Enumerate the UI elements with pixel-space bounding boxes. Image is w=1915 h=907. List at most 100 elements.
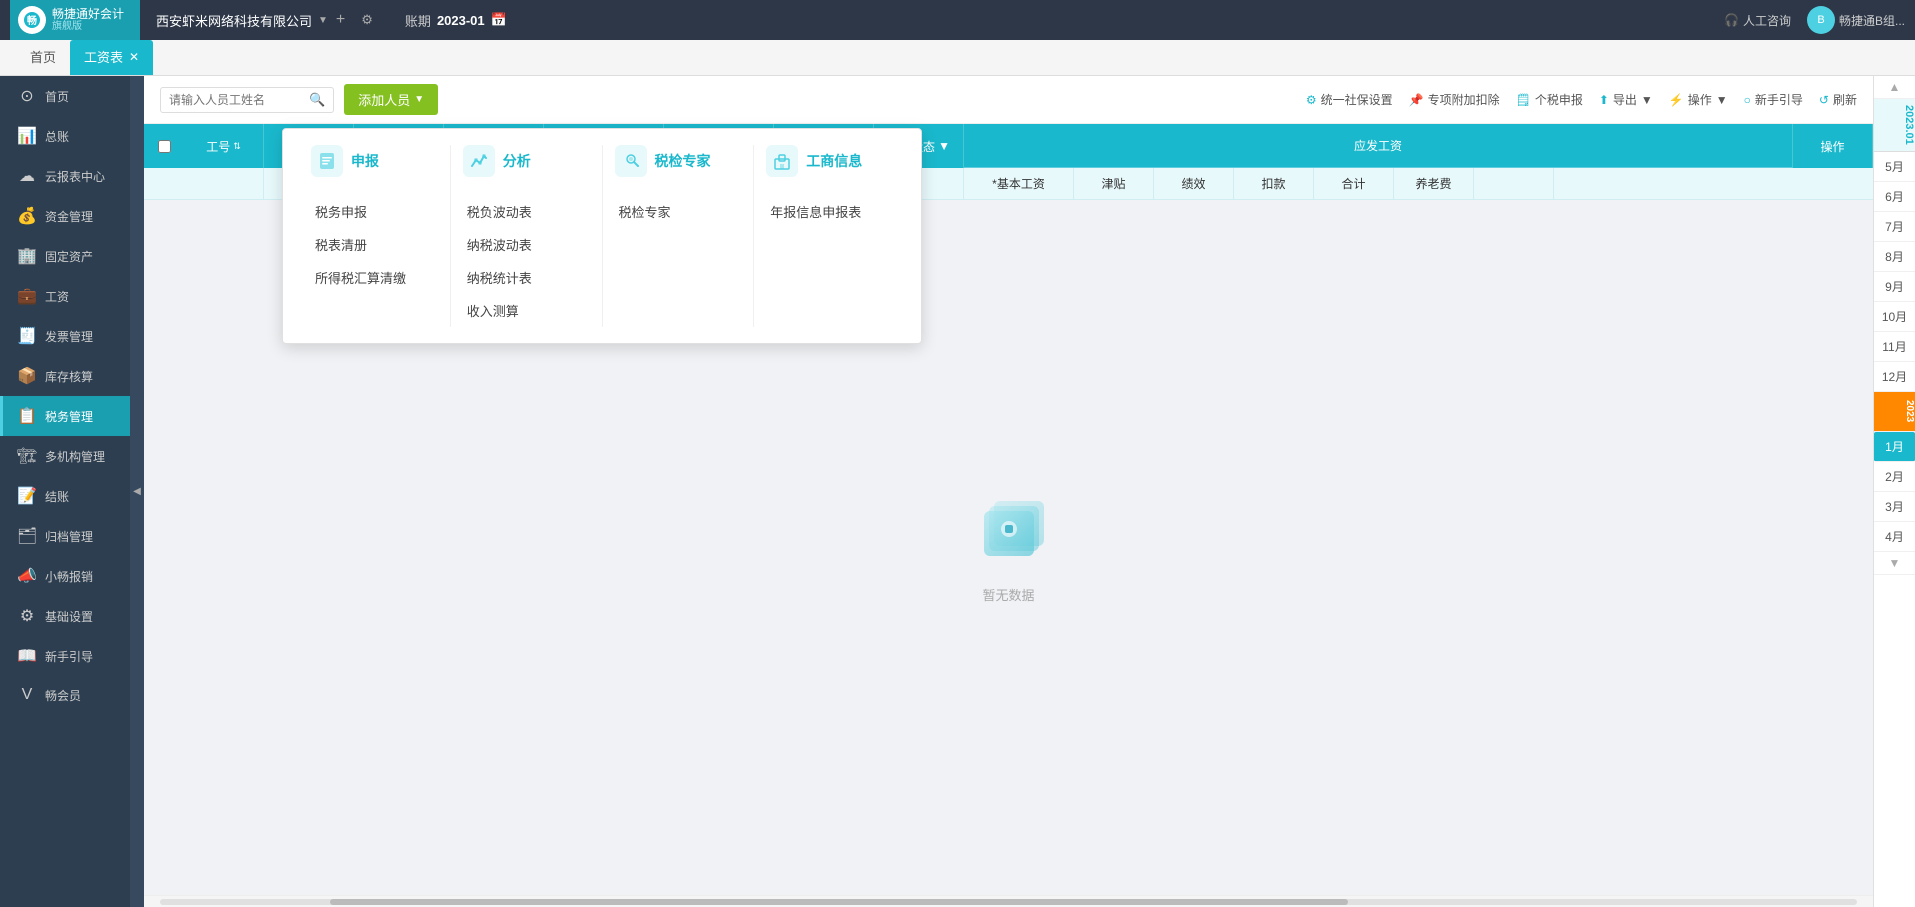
- right-panel-month-9[interactable]: 9月: [1874, 272, 1915, 302]
- salary-icon: 💼: [17, 286, 37, 306]
- sidebar-item-expense[interactable]: 📣 小畅报销: [0, 556, 130, 596]
- sidebar-item-cloud[interactable]: ☁ 云报表中心: [0, 156, 130, 196]
- refresh-button[interactable]: ↺ 刷新: [1819, 91, 1857, 108]
- right-panel-month-8[interactable]: 8月: [1874, 242, 1915, 272]
- right-panel-month-5[interactable]: 5月: [1874, 152, 1915, 182]
- right-panel-up-button[interactable]: ▲: [1874, 76, 1915, 99]
- right-panel-month-2[interactable]: 2月: [1874, 462, 1915, 492]
- logo-text: 畅捷通好会计 旗舰版: [52, 7, 124, 33]
- empty-text: 暂无数据: [982, 585, 1034, 604]
- export-dropdown-icon: ▼: [1641, 93, 1653, 107]
- sidebar-item-vip[interactable]: V 畅会员: [0, 676, 130, 714]
- popup-tax-expert-item[interactable]: 税检专家: [615, 195, 742, 228]
- social-insurance-label: 统一社保设置: [1321, 91, 1393, 108]
- popup-filing-title: 申报: [351, 151, 379, 171]
- right-panel-month-6[interactable]: 6月: [1874, 182, 1915, 212]
- headset-icon: 🎧: [1724, 13, 1739, 27]
- top-bar: 畅 畅捷通好会计 旗舰版 西安虾米网络科技有限公司 ▼ + ⚙ 账期 2023-…: [0, 0, 1915, 40]
- period-calendar-button[interactable]: 📅: [491, 12, 507, 28]
- tsh-operation-sub: [1474, 168, 1554, 199]
- add-person-button[interactable]: 添加人员 ▼: [344, 84, 438, 115]
- right-panel: ▲ 2023.01 5月 6月 7月 8月 9月 10月 11月 12月 202…: [1873, 76, 1915, 907]
- user-area[interactable]: B 畅捷通B组...: [1807, 6, 1905, 34]
- sidebar-item-inventory[interactable]: 📦 库存核算: [0, 356, 130, 396]
- tax-filing-button[interactable]: 🗒 个税申报: [1516, 91, 1583, 108]
- tsh-total: 合计: [1314, 168, 1394, 199]
- popup-tax-form-item[interactable]: 税表清册: [311, 228, 438, 261]
- sidebar-item-tax[interactable]: 📋 税务管理: [0, 396, 130, 436]
- scroll-thumb: [330, 899, 1348, 905]
- right-panel-month-4[interactable]: 4月: [1874, 522, 1915, 552]
- add-company-button[interactable]: +: [336, 11, 345, 29]
- sidebar: ⊙ 首页 📊 总账 ☁ 云报表中心 💰 资金管理 🏢 固定资产 💼 工资 🧾 发…: [0, 76, 130, 907]
- popup-annual-report-item[interactable]: 年报信息申报表: [766, 195, 893, 228]
- export-button[interactable]: ⬆ 导出 ▼: [1599, 91, 1653, 108]
- th-employee-id[interactable]: 工号 ⇅: [184, 124, 264, 168]
- special-deduction-button[interactable]: 📌 专项附加扣除: [1409, 91, 1500, 108]
- sidebar-close-label: 结账: [45, 488, 69, 505]
- business-col-icon: [766, 145, 798, 177]
- cloud-icon: ☁: [17, 166, 37, 186]
- right-panel-current-month[interactable]: 1月: [1874, 432, 1915, 462]
- tsh-empty-1: [184, 168, 264, 199]
- vip-icon: V: [17, 686, 37, 704]
- popup-col-expert: 税检专家 税检专家: [603, 145, 755, 327]
- sidebar-item-invoice[interactable]: 🧾 发票管理: [0, 316, 130, 356]
- ledger-icon: 📊: [17, 126, 37, 146]
- sidebar-item-ledger[interactable]: 📊 总账: [0, 116, 130, 156]
- tsh-deduction-label: 扣款: [1261, 175, 1285, 192]
- operation-label: 操作: [1688, 91, 1712, 108]
- popup-tax-fluctuation-item[interactable]: 纳税波动表: [463, 228, 590, 261]
- sort-icon: ⇅: [233, 141, 241, 152]
- sidebar-item-funds[interactable]: 💰 资金管理: [0, 196, 130, 236]
- right-panel-month-10[interactable]: 10月: [1874, 302, 1915, 332]
- guide-icon: 📖: [17, 646, 37, 666]
- tsh-pension-label: 养老费: [1415, 175, 1451, 192]
- special-deduction-icon: 📌: [1409, 93, 1424, 107]
- guide-button[interactable]: ○ 新手引导: [1744, 91, 1803, 108]
- sidebar-item-archive[interactable]: 🗂 归档管理: [0, 516, 130, 556]
- popup-col-expert-header: 税检专家: [615, 145, 742, 183]
- operation-button[interactable]: ⚡ 操作 ▼: [1669, 91, 1728, 108]
- expert-col-icon: [615, 145, 647, 177]
- sidebar-vip-label: 畅会员: [45, 687, 81, 704]
- social-insurance-button[interactable]: ⚙ 统一社保设置: [1306, 91, 1393, 108]
- multi-org-icon: 🏗: [17, 446, 37, 466]
- export-icon: ⬆: [1599, 93, 1609, 107]
- tsh-pension: 养老费: [1394, 168, 1474, 199]
- popup-income-estimate-item[interactable]: 收入测算: [463, 294, 590, 327]
- right-panel-month-3[interactable]: 3月: [1874, 492, 1915, 522]
- tab-salary[interactable]: 工资表 ✕: [70, 40, 153, 75]
- right-panel-down-button[interactable]: ▼: [1874, 552, 1915, 575]
- select-all-checkbox[interactable]: [158, 140, 171, 153]
- refresh-icon: ↺: [1819, 93, 1829, 107]
- sidebar-item-close[interactable]: 📝 结账: [0, 476, 130, 516]
- th-checkbox[interactable]: [144, 140, 184, 153]
- bottom-scrollbar[interactable]: [144, 895, 1873, 907]
- sidebar-item-guide[interactable]: 📖 新手引导: [0, 636, 130, 676]
- sidebar-item-multi-org[interactable]: 🏗 多机构管理: [0, 436, 130, 476]
- analysis-col-icon: [463, 145, 495, 177]
- sidebar-item-salary[interactable]: 💼 工资: [0, 276, 130, 316]
- right-panel-month-7[interactable]: 7月: [1874, 212, 1915, 242]
- funds-icon: 💰: [17, 206, 37, 226]
- popup-tax-burden-item[interactable]: 税负波动表: [463, 195, 590, 228]
- tab-close-button[interactable]: ✕: [129, 50, 139, 64]
- search-input[interactable]: [169, 93, 309, 107]
- sidebar-item-assets[interactable]: 🏢 固定资产: [0, 236, 130, 276]
- company-dropdown-arrow[interactable]: ▼: [318, 15, 328, 26]
- sidebar-item-home[interactable]: ⊙ 首页: [0, 76, 130, 116]
- ai-consult-button[interactable]: 🎧 人工咨询: [1724, 12, 1791, 29]
- tab-home[interactable]: 首页: [16, 40, 70, 75]
- top-right-area: 🎧 人工咨询 B 畅捷通B组...: [1724, 6, 1905, 34]
- company-settings-button[interactable]: ⚙: [361, 12, 373, 28]
- right-panel-month-11[interactable]: 11月: [1874, 332, 1915, 362]
- sidebar-collapse-button[interactable]: ◀: [130, 76, 144, 907]
- popup-tax-filing-item[interactable]: 税务申报: [311, 195, 438, 228]
- right-panel-month-12[interactable]: 12月: [1874, 362, 1915, 392]
- sidebar-item-settings[interactable]: ⚙ 基础设置: [0, 596, 130, 636]
- tax-filing-icon: 🗒: [1516, 93, 1531, 107]
- sidebar-guide-label: 新手引导: [45, 648, 93, 665]
- popup-income-tax-item[interactable]: 所得税汇算清缴: [311, 261, 438, 294]
- popup-tax-stats-item[interactable]: 纳税统计表: [463, 261, 590, 294]
